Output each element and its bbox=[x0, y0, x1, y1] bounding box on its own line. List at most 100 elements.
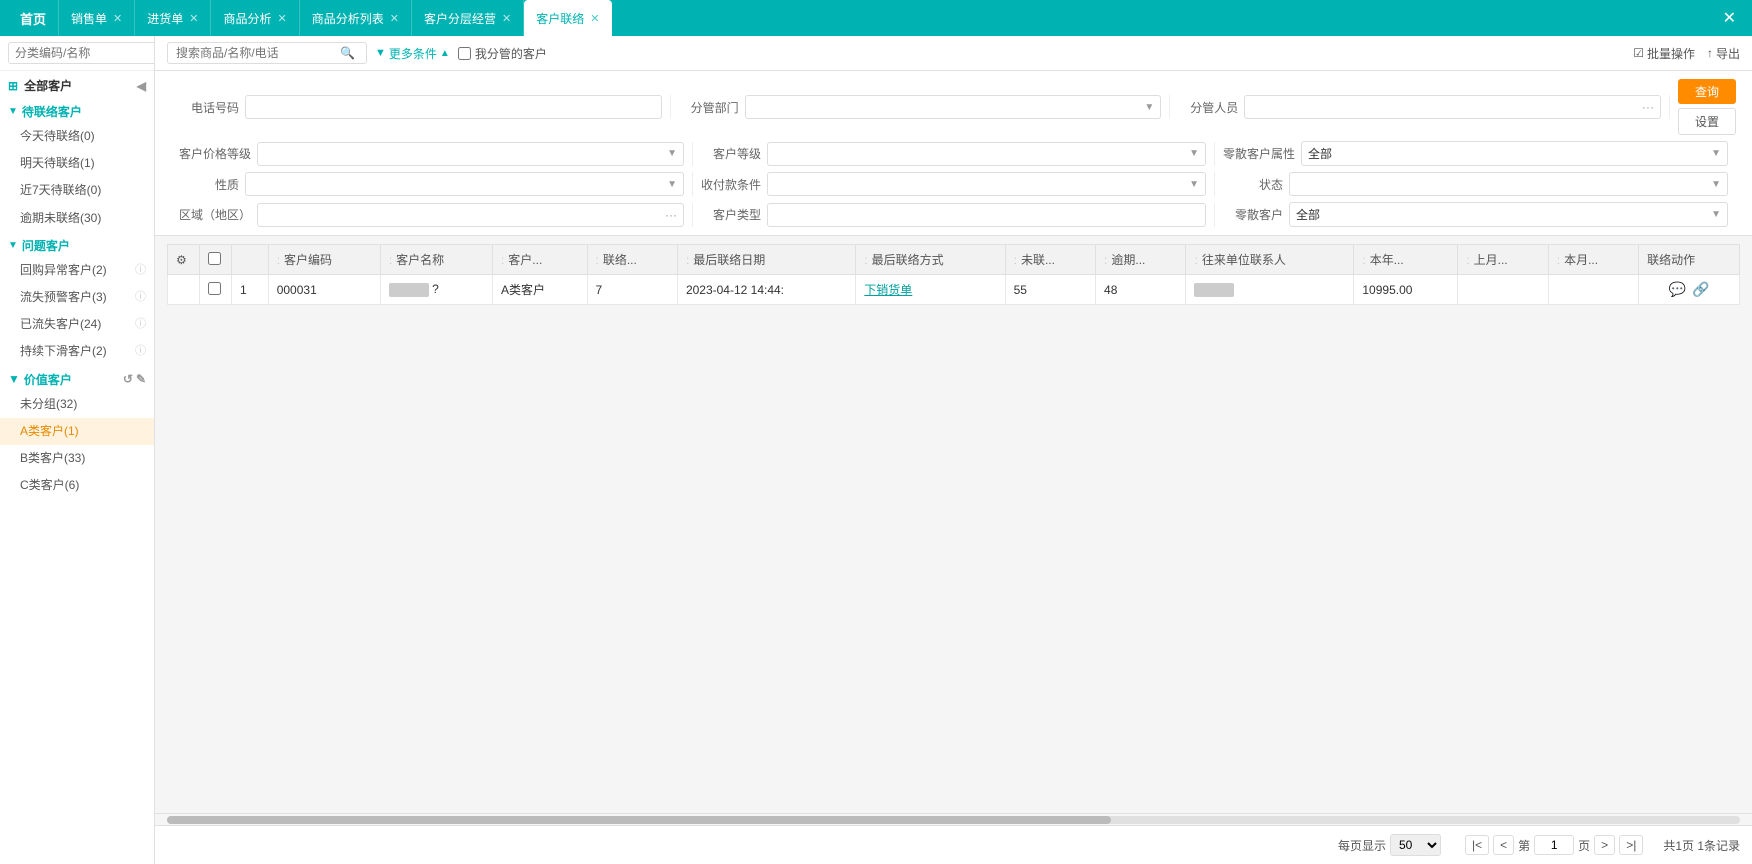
last-method-link[interactable]: 下销货单 bbox=[864, 283, 912, 297]
sidebar-item-overdue[interactable]: 逾期未联络(30) bbox=[0, 205, 154, 232]
sidebar-item-unclassified[interactable]: 未分组(32) bbox=[0, 391, 154, 418]
close-icon[interactable]: ✕ bbox=[189, 12, 198, 25]
nav-tab-product-list[interactable]: 商品分析列表 ✕ bbox=[300, 0, 412, 36]
link-icon[interactable]: 🔗 bbox=[1692, 281, 1709, 298]
td-checkbox[interactable] bbox=[200, 275, 232, 305]
prev-page-button[interactable]: < bbox=[1493, 835, 1514, 855]
sidebar-item-class-b[interactable]: B类客户(33) bbox=[0, 445, 154, 472]
status-select[interactable]: ▼ bbox=[1289, 172, 1728, 196]
th-name[interactable]: :客户名称 bbox=[380, 245, 492, 275]
last-page-button[interactable]: >| bbox=[1619, 835, 1643, 855]
top-nav: 首页 销售单 ✕ 进货单 ✕ 商品分析 ✕ 商品分析列表 ✕ 客户分层经营 ✕ … bbox=[0, 0, 1752, 36]
main-layout: 🔍 ⊞ 全部客户 ◀ ▼ 待联络客户 今天待联络(0) 明天待联络(1) 近7天… bbox=[0, 36, 1752, 864]
sidebar-search-input[interactable] bbox=[8, 42, 155, 64]
th-no-contact[interactable]: :未联... bbox=[1005, 245, 1095, 275]
payment-select[interactable]: ▼ bbox=[767, 172, 1206, 196]
customer-type-label: 客户类型 bbox=[701, 206, 761, 223]
nav-tab-customer-contact[interactable]: 客户联络 ✕ bbox=[524, 0, 612, 36]
sidebar-item-class-a[interactable]: A类客户(1) bbox=[0, 418, 154, 445]
sidebar-group-pending[interactable]: ▼ 待联络客户 bbox=[0, 98, 154, 123]
nature-select[interactable]: ▼ bbox=[245, 172, 684, 196]
close-icon[interactable]: ✕ bbox=[590, 12, 599, 25]
customer-level-select[interactable]: ▼ bbox=[767, 142, 1206, 166]
sidebar-item-declining[interactable]: 持续下滑客户(2) ⓘ bbox=[0, 338, 154, 365]
th-last-month[interactable]: :上月... bbox=[1458, 245, 1548, 275]
sidebar-search-bar: 🔍 bbox=[0, 36, 154, 71]
customer-type-input[interactable] bbox=[767, 203, 1206, 227]
region-input[interactable]: ··· bbox=[257, 203, 684, 227]
nav-tab-sales[interactable]: 销售单 ✕ bbox=[59, 0, 135, 36]
nav-tab-purchase[interactable]: 进货单 ✕ bbox=[135, 0, 211, 36]
sidebar-item-tomorrow[interactable]: 明天待联络(1) bbox=[0, 150, 154, 177]
nav-home[interactable]: 首页 bbox=[8, 0, 59, 36]
per-page-label: 每页显示 bbox=[1338, 837, 1386, 854]
my-customers-check[interactable] bbox=[458, 47, 471, 60]
first-page-button[interactable]: |< bbox=[1465, 835, 1489, 855]
refresh-icon[interactable]: ↺ bbox=[123, 372, 133, 386]
th-last-date[interactable]: :最后联络日期 bbox=[677, 245, 855, 275]
td-last-method[interactable]: 下销货单 bbox=[856, 275, 1005, 305]
th-seq bbox=[232, 245, 269, 275]
retail-attr-select[interactable]: 全部 ▼ bbox=[1301, 141, 1728, 166]
sidebar-item-loss-warning[interactable]: 流失预警客户(3) ⓘ bbox=[0, 284, 154, 311]
nav-tab-product-analysis[interactable]: 商品分析 ✕ bbox=[211, 0, 299, 36]
batch-op-button[interactable]: ☑ 批量操作 bbox=[1633, 45, 1695, 62]
th-unit-contact[interactable]: :往来单位联系人 bbox=[1186, 245, 1354, 275]
th-code[interactable]: :客户编码 bbox=[268, 245, 380, 275]
td-this-year: 10995.00 bbox=[1354, 275, 1458, 305]
per-page-select[interactable]: 50 20 100 bbox=[1390, 834, 1441, 856]
settings-button[interactable]: 设置 bbox=[1678, 108, 1736, 135]
th-contact[interactable]: :联络... bbox=[587, 245, 677, 275]
sidebar-group-value[interactable]: ▼ 价值客户 ↺ ✎ bbox=[0, 366, 154, 391]
page-label: 第 bbox=[1518, 837, 1530, 854]
th-this-year[interactable]: :本年... bbox=[1354, 245, 1458, 275]
close-icon[interactable]: ✕ bbox=[502, 12, 511, 25]
my-customers-checkbox[interactable]: 我分管的客户 bbox=[458, 45, 547, 62]
th-overdue[interactable]: :逾期... bbox=[1096, 245, 1186, 275]
retail-customer-select[interactable]: 全部 ▼ bbox=[1289, 202, 1728, 227]
td-name: ? bbox=[380, 275, 492, 305]
sidebar-item-lost[interactable]: 已流失客户(24) ⓘ bbox=[0, 311, 154, 338]
th-checkbox[interactable] bbox=[200, 245, 232, 275]
sidebar-item-class-c[interactable]: C类客户(6) bbox=[0, 472, 154, 499]
th-type[interactable]: :客户... bbox=[492, 245, 587, 275]
close-icon[interactable]: ✕ bbox=[113, 12, 122, 25]
filter-search-input[interactable] bbox=[176, 46, 336, 60]
close-icon[interactable]: ✕ bbox=[390, 12, 399, 25]
page-number-input[interactable] bbox=[1534, 835, 1574, 855]
sidebar-item-today[interactable]: 今天待联络(0) bbox=[0, 123, 154, 150]
scrollbar-thumb[interactable] bbox=[167, 816, 1111, 824]
more-filters-button[interactable]: ▼ 更多条件 ▲ bbox=[375, 45, 450, 62]
filter-row-4: 区域（地区） ··· 客户类型 零散客户 全部 ▼ bbox=[171, 202, 1736, 227]
th-this-month[interactable]: :本月... bbox=[1548, 245, 1638, 275]
sidebar-all-customers-header[interactable]: ⊞ 全部客户 ◀ bbox=[0, 71, 154, 98]
dept-select[interactable]: ▼ bbox=[745, 95, 1162, 119]
nav-tab-customer-mgmt[interactable]: 客户分层经营 ✕ bbox=[412, 0, 524, 36]
th-last-method[interactable]: :最后联络方式 bbox=[856, 245, 1005, 275]
chevron-down-icon: ▼ bbox=[667, 148, 677, 159]
close-icon[interactable]: ✕ bbox=[278, 12, 287, 25]
sidebar-group-problem[interactable]: ▼ 问题客户 bbox=[0, 232, 154, 257]
td-type: A类客户 bbox=[492, 275, 587, 305]
sidebar-item-abnormal[interactable]: 回购异常客户(2) ⓘ bbox=[0, 257, 154, 284]
phone-input[interactable] bbox=[245, 95, 662, 119]
row-checkbox[interactable] bbox=[208, 282, 221, 295]
th-settings[interactable]: ⚙ bbox=[168, 245, 200, 275]
next-page-button[interactable]: > bbox=[1594, 835, 1615, 855]
export-button[interactable]: ↑ 导出 bbox=[1707, 45, 1740, 62]
edit-icon[interactable]: ✎ bbox=[136, 372, 146, 386]
horizontal-scrollbar[interactable] bbox=[155, 813, 1752, 825]
td-seq: 1 bbox=[232, 275, 269, 305]
collapse-sidebar-icon[interactable]: ◀ bbox=[137, 79, 146, 93]
filter-search-icon[interactable]: 🔍 bbox=[340, 46, 355, 60]
query-button[interactable]: 查询 bbox=[1678, 79, 1736, 104]
select-all-checkbox[interactable] bbox=[208, 252, 221, 265]
info-icon: ⓘ bbox=[135, 343, 146, 361]
price-level-select[interactable]: ▼ bbox=[257, 142, 684, 166]
td-unit-contact bbox=[1186, 275, 1354, 305]
chat-icon[interactable]: 💬 bbox=[1669, 281, 1686, 298]
close-all-button[interactable]: ✕ bbox=[1715, 8, 1744, 28]
manager-input[interactable]: ··· bbox=[1244, 95, 1661, 119]
ellipsis-icon: ··· bbox=[665, 208, 677, 222]
sidebar-item-7days[interactable]: 近7天待联络(0) bbox=[0, 177, 154, 204]
